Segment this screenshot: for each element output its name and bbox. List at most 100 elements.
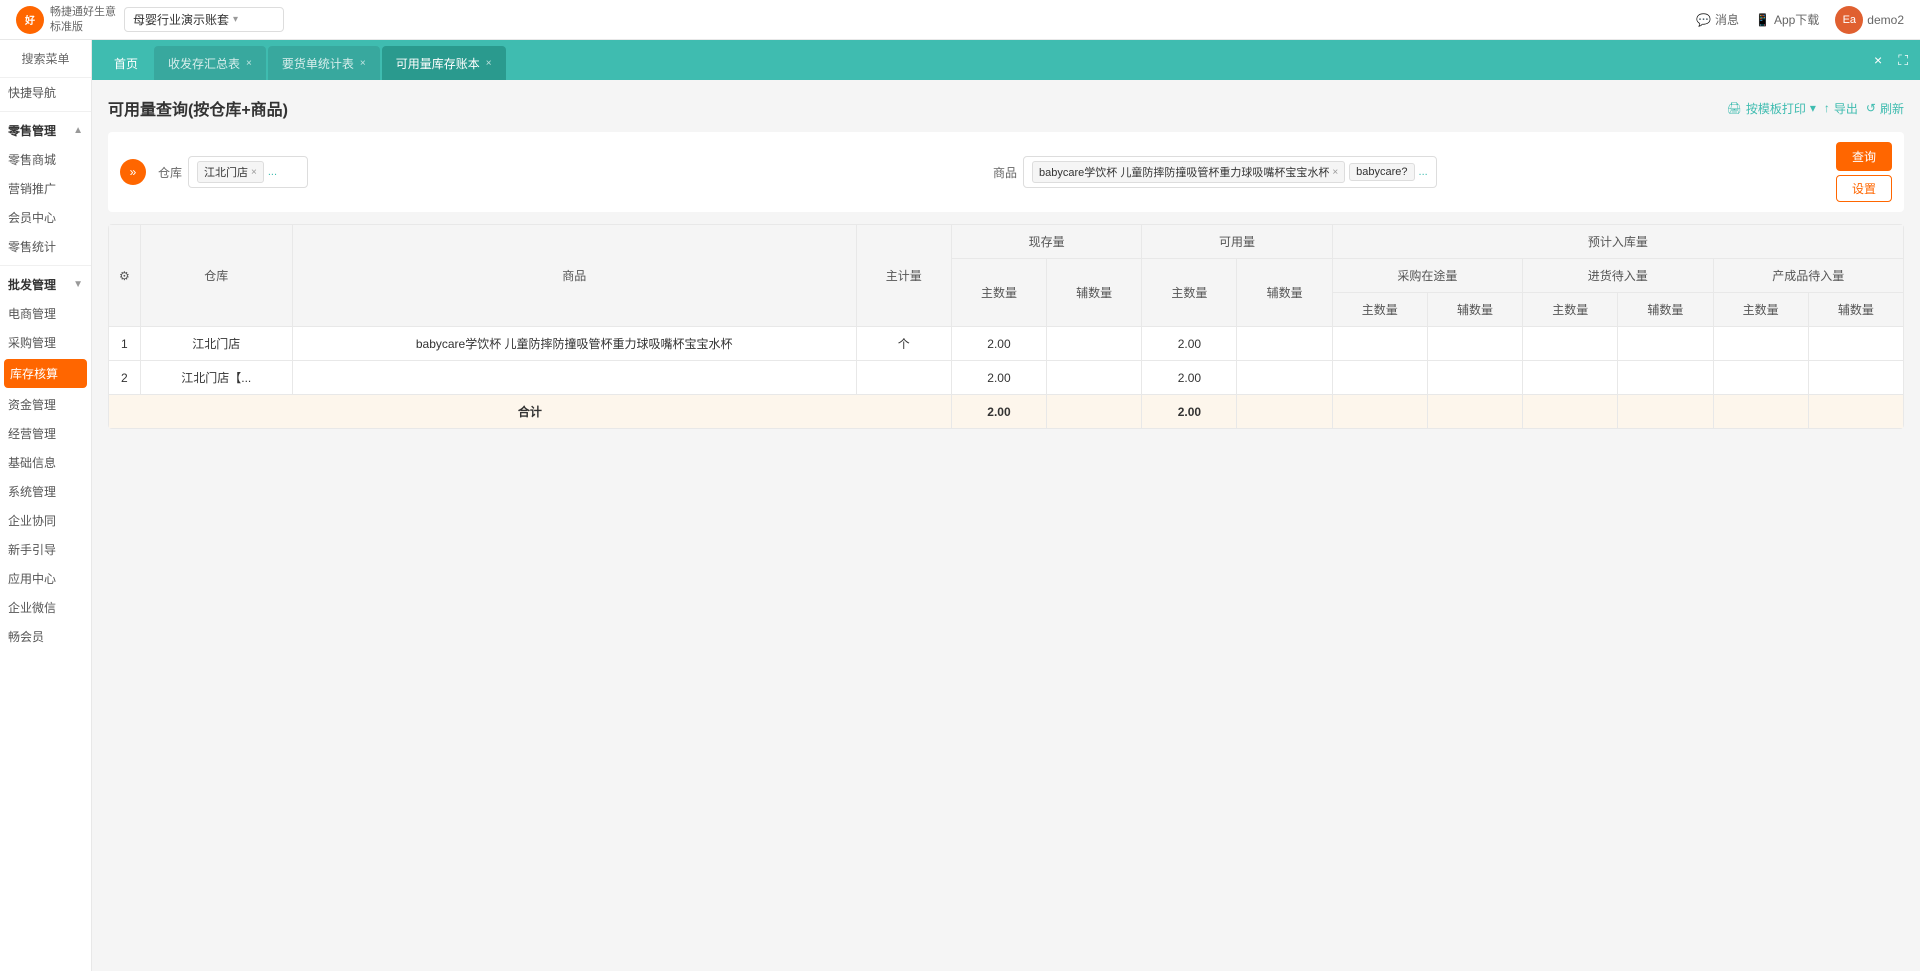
refresh-button[interactable]: ↺ 刷新: [1866, 100, 1904, 117]
product-tag-1: babycare?: [1349, 163, 1414, 181]
tab-receive-send[interactable]: 收发存汇总表 ×: [154, 46, 266, 80]
summary-production-main: [1713, 395, 1808, 429]
row-warehouse: 江北门店: [140, 327, 292, 361]
message-button[interactable]: 💬 消息: [1696, 11, 1739, 28]
row-current-main-qty: 2.00: [951, 361, 1046, 395]
sidebar-item-retail-stats[interactable]: 零售统计: [0, 232, 91, 261]
page-title-bar: 可用量查询(按仓库+商品) 🖨 按模板打印 ▾ ↑ 导出 ↺ 刷新: [108, 96, 1904, 120]
product-filter-input[interactable]: babycare学饮杯 儿童防摔防撞吸管杯重力球吸嘴杯宝宝水杯 × babyca…: [1023, 156, 1437, 188]
tab-order-stats[interactable]: 要货单统计表 ×: [268, 46, 380, 80]
sidebar-item-app-center[interactable]: 应用中心: [0, 564, 91, 593]
product-col-header: 商品: [292, 225, 856, 327]
top-header-right: 💬 消息 📱 App下载 Ea demo2: [1696, 6, 1904, 34]
settings-col-header[interactable]: ⚙: [109, 225, 141, 327]
user-menu-button[interactable]: Ea demo2: [1835, 6, 1904, 34]
filter-expand-button[interactable]: »: [120, 159, 146, 185]
sidebar-search-button[interactable]: 搜索菜单: [0, 40, 91, 78]
export-button[interactable]: ↑ 导出: [1824, 100, 1858, 117]
sidebar-item-ecommerce-mgmt[interactable]: 电商管理: [0, 299, 91, 328]
table-row: 2 江北门店【... 2.00 2.00: [109, 361, 1904, 395]
remove-product-tag-0-button[interactable]: ×: [1332, 167, 1338, 178]
warehouse-more-button[interactable]: ...: [268, 166, 277, 178]
row-index: 1: [109, 327, 141, 361]
close-icon[interactable]: ×: [246, 58, 252, 69]
summary-incoming-aux: [1618, 395, 1713, 429]
row-current-aux-qty: [1047, 361, 1142, 395]
data-table-wrapper: ⚙ 仓库 商品 主计量 现存量: [108, 224, 1904, 429]
row-current-main-qty: 2.00: [951, 327, 1046, 361]
incoming-main-header: 主数量: [1523, 293, 1618, 327]
row-production-main: [1713, 361, 1808, 395]
refresh-icon: ↺: [1866, 101, 1876, 115]
row-purchase-transit-aux: [1427, 327, 1522, 361]
top-header: 好 畅捷通好生意 标准版 母婴行业演示账套 ▾ 💬 消息 📱 App下载 Ea …: [0, 0, 1920, 40]
org-selector[interactable]: 母婴行业演示账套 ▾: [124, 7, 284, 32]
remove-warehouse-tag-button[interactable]: ×: [251, 167, 257, 178]
current-aux-qty-header: 辅数量: [1047, 259, 1142, 327]
close-icon-2[interactable]: ×: [360, 58, 366, 69]
sidebar-item-finance-mgmt[interactable]: 资金管理: [0, 390, 91, 419]
app-download-button[interactable]: 📱 App下载: [1755, 11, 1819, 28]
sidebar-item-vip-member[interactable]: 畅会员: [0, 622, 91, 651]
purchase-transit-group-header: 采购在途量: [1332, 259, 1522, 293]
sidebar-item-business-mgmt[interactable]: 经营管理: [0, 419, 91, 448]
sidebar-item-purchase-mgmt[interactable]: 采购管理: [0, 328, 91, 357]
product-filter-label: 商品: [993, 164, 1017, 181]
row-product: [292, 361, 856, 395]
warehouse-filter-input[interactable]: 江北门店 × ...: [188, 156, 308, 188]
row-warehouse: 江北门店【...: [140, 361, 292, 395]
content-area: 首页 收发存汇总表 × 要货单统计表 × 可用量库存账本 × × ⛶: [92, 40, 1920, 971]
sidebar-item-quick-nav[interactable]: 快捷导航: [0, 78, 91, 107]
close-icon-3[interactable]: ×: [486, 58, 492, 69]
sidebar-item-inventory-check[interactable]: 库存核算: [4, 359, 87, 388]
row-available-aux-qty: [1237, 361, 1332, 395]
tab-home[interactable]: 首页: [100, 46, 152, 80]
expected-in-group-header: 预计入库量: [1332, 225, 1903, 259]
tab-bar: 首页 收发存汇总表 × 要货单统计表 × 可用量库存账本 × × ⛶: [92, 40, 1920, 80]
available-main-qty-header: 主数量: [1142, 259, 1237, 327]
sidebar-divider-2: [0, 265, 91, 266]
sidebar-item-enterprise-wechat[interactable]: 企业微信: [0, 593, 91, 622]
page-title: 可用量查询(按仓库+商品): [108, 96, 288, 120]
maximize-button[interactable]: ⛶: [1894, 48, 1912, 73]
close-all-tabs-button[interactable]: ×: [1870, 48, 1886, 72]
row-available-main-qty: 2.00: [1142, 327, 1237, 361]
summary-purchase-transit-aux: [1427, 395, 1522, 429]
summary-purchase-transit-main: [1332, 395, 1427, 429]
main-unit-col-header: 主计量: [856, 225, 951, 327]
sidebar-item-zero-retail-mall[interactable]: 零售商城: [0, 145, 91, 174]
top-header-left: 好 畅捷通好生意 标准版 母婴行业演示账套 ▾: [16, 5, 284, 34]
row-production-aux: [1808, 327, 1903, 361]
product-filter-group: 商品 babycare学饮杯 儿童防摔防撞吸管杯重力球吸嘴杯宝宝水杯 × bab…: [993, 156, 1816, 188]
row-purchase-transit-main: [1332, 327, 1427, 361]
product-tag-0: babycare学饮杯 儿童防摔防撞吸管杯重力球吸嘴杯宝宝水杯 ×: [1032, 161, 1345, 183]
available-group-header: 可用量: [1142, 225, 1332, 259]
sidebar-item-batch-mgmt[interactable]: 批发管理 ▼: [0, 270, 91, 299]
print-template-button[interactable]: 🖨 按模板打印 ▾: [1727, 100, 1816, 117]
summary-production-aux: [1808, 395, 1903, 429]
current-stock-group-header: 现存量: [951, 225, 1141, 259]
sidebar-item-zero-retail-mgmt[interactable]: 零售管理 ▲: [0, 116, 91, 145]
row-current-aux-qty: [1047, 327, 1142, 361]
product-more-button[interactable]: ...: [1419, 166, 1428, 178]
arrow-icon-2: ▼: [73, 279, 83, 290]
row-production-main: [1713, 327, 1808, 361]
tab-available-inventory[interactable]: 可用量库存账本 ×: [382, 46, 506, 80]
sidebar-item-marketing[interactable]: 营销推广: [0, 174, 91, 203]
filter-bar: » 仓库 江北门店 × ... 商品: [108, 132, 1904, 212]
purchase-transit-aux-header: 辅数量: [1427, 293, 1522, 327]
filter-actions: 查询 设置: [1836, 142, 1892, 202]
sidebar-item-member-center[interactable]: 会员中心: [0, 203, 91, 232]
warehouse-tag-0: 江北门店 ×: [197, 161, 264, 183]
query-button[interactable]: 查询: [1836, 142, 1892, 171]
sidebar-item-new-guide[interactable]: 新手引导: [0, 535, 91, 564]
message-icon: 💬: [1696, 13, 1711, 27]
warehouse-filter-label: 仓库: [158, 164, 182, 181]
settings-button[interactable]: 设置: [1836, 175, 1892, 202]
sidebar-item-basic-info[interactable]: 基础信息: [0, 448, 91, 477]
summary-available-aux-qty: [1237, 395, 1332, 429]
sidebar-item-system-mgmt[interactable]: 系统管理: [0, 477, 91, 506]
sidebar-item-enterprise-collab[interactable]: 企业协同: [0, 506, 91, 535]
summary-current-aux-qty: [1047, 395, 1142, 429]
row-available-main-qty: 2.00: [1142, 361, 1237, 395]
